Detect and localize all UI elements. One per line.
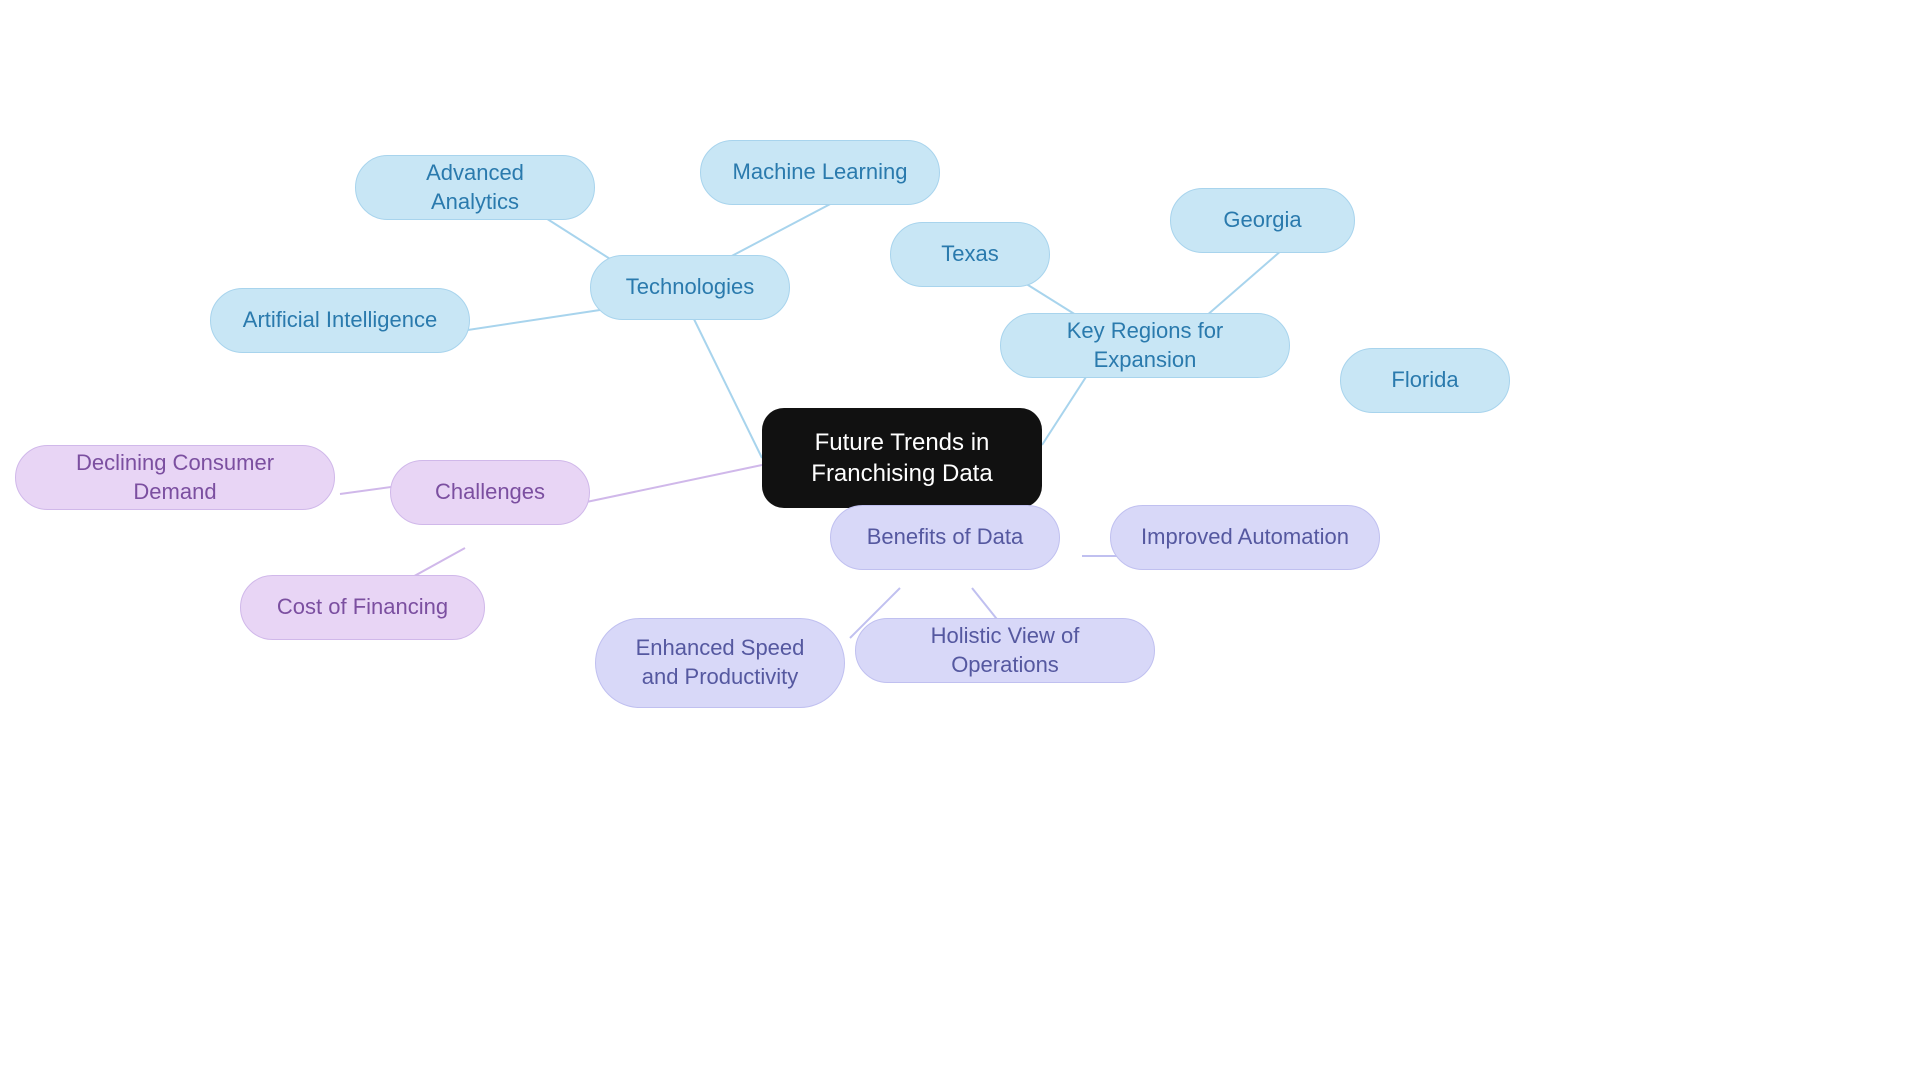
improved-automation-node: Improved Automation — [1110, 505, 1380, 570]
texas-node: Texas — [890, 222, 1050, 287]
center-node: Future Trends in Franchising Data — [762, 408, 1042, 508]
enhanced-speed-node: Enhanced Speed and Productivity — [595, 618, 845, 708]
cost-financing-node: Cost of Financing — [240, 575, 485, 640]
challenges-node: Challenges — [390, 460, 590, 525]
benefits-node: Benefits of Data — [830, 505, 1060, 570]
artificial-intelligence-node: Artificial Intelligence — [210, 288, 470, 353]
technologies-node: Technologies — [590, 255, 790, 320]
florida-node: Florida — [1340, 348, 1510, 413]
advanced-analytics-node: Advanced Analytics — [355, 155, 595, 220]
declining-demand-node: Declining Consumer Demand — [15, 445, 335, 510]
holistic-view-node: Holistic View of Operations — [855, 618, 1155, 683]
machine-learning-node: Machine Learning — [700, 140, 940, 205]
key-regions-node: Key Regions for Expansion — [1000, 313, 1290, 378]
georgia-node: Georgia — [1170, 188, 1355, 253]
